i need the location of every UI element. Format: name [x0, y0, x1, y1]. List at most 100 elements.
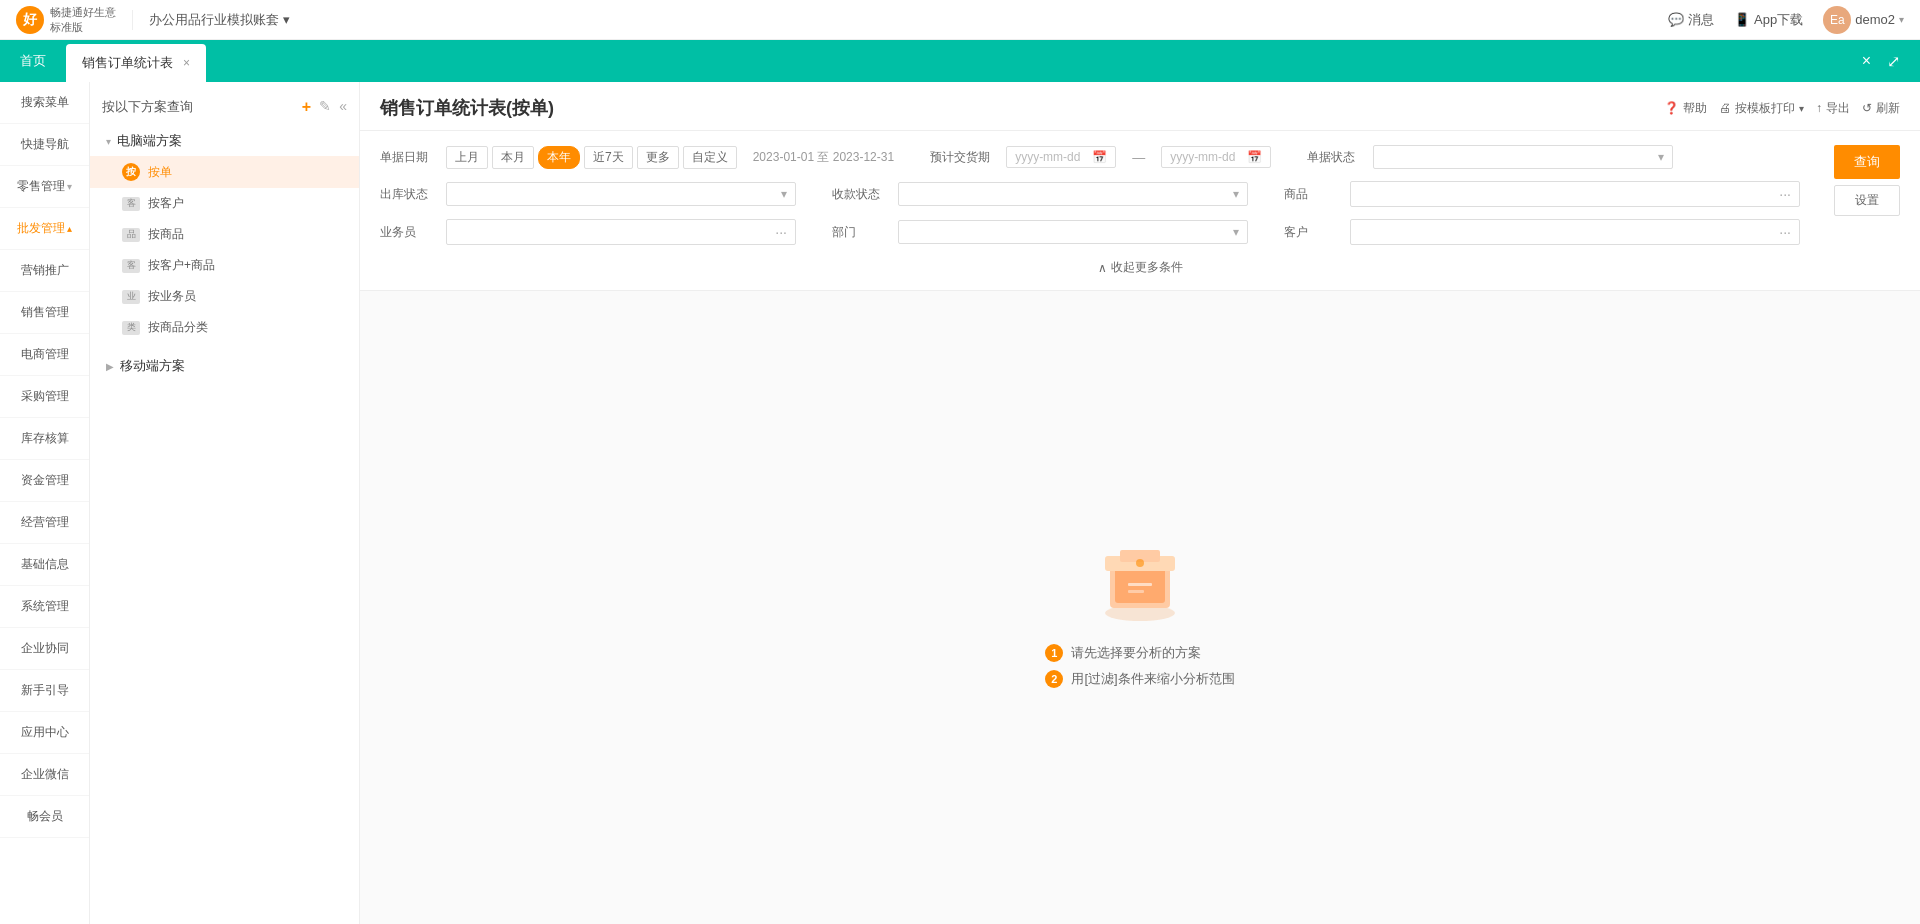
sidebar-item-app-center[interactable]: 应用中心: [0, 712, 89, 754]
filter-row-3: 业务员 ··· 部门 ▾ 客户 ···: [380, 219, 1800, 245]
add-scheme-icon[interactable]: +: [302, 98, 311, 116]
export-button[interactable]: ↑ 导出: [1816, 100, 1850, 117]
salesperson-input[interactable]: ···: [446, 219, 796, 245]
settings-button[interactable]: 设置: [1834, 185, 1900, 216]
message-icon: 💬: [1668, 12, 1684, 27]
calendar-icon-end: 📅: [1247, 150, 1262, 164]
logo-text: 畅捷通好生意 标准版: [50, 5, 116, 34]
query-button[interactable]: 查询: [1834, 145, 1900, 179]
sidebar-item-member[interactable]: 畅会员: [0, 796, 89, 838]
sidebar-item-retail-mgmt[interactable]: 零售管理 ▾: [0, 166, 89, 208]
scheme-by-goods[interactable]: 品 按商品: [90, 219, 359, 250]
chevron-up-icon: ▴: [67, 223, 72, 234]
filter-row-2: 出库状态 ▾ 收款状态 ▾ 商品 ···: [380, 181, 1800, 207]
sidebar-item-enterprise-collab[interactable]: 企业协同: [0, 628, 89, 670]
tab-sales-order-stats[interactable]: 销售订单统计表 ×: [66, 44, 206, 82]
chevron-up-icon: ∧: [1098, 261, 1107, 275]
customer-input[interactable]: ···: [1350, 219, 1800, 245]
custom-btn[interactable]: 自定义: [683, 146, 737, 169]
avatar: Ea: [1823, 6, 1851, 34]
chevron-down-icon: ▾: [1233, 225, 1239, 239]
main-layout: 搜索菜单 快捷导航 零售管理 ▾ 批发管理 ▴ 营销推广 销售管理 电商管理 采…: [0, 82, 1920, 924]
mobile-schemes: ▶ 移动端方案: [90, 347, 359, 385]
svg-point-5: [1136, 559, 1144, 567]
filter-section: 单据日期 上月 本月 本年 近7天 更多 自定义 2023-01-01 至 20…: [360, 131, 1920, 245]
scheme-icon-by-goods-cat: 类: [122, 321, 140, 335]
salesperson-label: 业务员: [380, 224, 430, 241]
window-close-icon[interactable]: ×: [1858, 48, 1875, 74]
this-month-btn[interactable]: 本月: [492, 146, 534, 169]
date-range-display: 2023-01-01 至 2023-12-31: [753, 149, 894, 166]
chevron-down-icon: ▾: [1233, 187, 1239, 201]
scheme-icon-by-salesperson: 业: [122, 290, 140, 304]
collapse-button[interactable]: ∧ 收起更多条件: [1082, 253, 1199, 282]
tab-close-icon[interactable]: ×: [183, 56, 190, 70]
scheme-by-salesperson[interactable]: 业 按业务员: [90, 281, 359, 312]
sidebar-item-new-guide[interactable]: 新手引导: [0, 670, 89, 712]
sidebar-item-inventory[interactable]: 库存核算: [0, 418, 89, 460]
salesperson-more-icon[interactable]: ···: [775, 224, 787, 240]
last-7-days-btn[interactable]: 近7天: [584, 146, 633, 169]
expected-date-end[interactable]: yyyy-mm-dd 📅: [1161, 146, 1271, 168]
chevron-down-icon: ▾: [1899, 14, 1904, 25]
department-select[interactable]: ▾: [898, 220, 1248, 244]
delivery-select[interactable]: ▾: [446, 182, 796, 206]
refresh-icon: ↺: [1862, 101, 1872, 115]
sidebar-item-search-menu[interactable]: 搜索菜单: [0, 82, 89, 124]
sidebar-item-basic-info[interactable]: 基础信息: [0, 544, 89, 586]
sidebar-item-system[interactable]: 系统管理: [0, 586, 89, 628]
app-download-button[interactable]: 📱 App下载: [1734, 11, 1803, 29]
breadcrumb[interactable]: 办公用品行业模拟账套 ▾: [149, 11, 290, 29]
template-print-button[interactable]: 🖨 按模板打印 ▾: [1719, 100, 1804, 117]
expected-date-label: 预计交货期: [930, 149, 990, 166]
payment-select[interactable]: ▾: [898, 182, 1248, 206]
chevron-down-icon: ▾: [1658, 150, 1664, 164]
sidebar-item-sales-mgmt[interactable]: 销售管理: [0, 292, 89, 334]
sidebar-item-purchase[interactable]: 采购管理: [0, 376, 89, 418]
more-btn[interactable]: 更多: [637, 146, 679, 169]
left-panel: 按以下方案查询 + ✎ « ▾ 电脑端方案 按 按单 客 按客户: [90, 82, 360, 924]
messages-button[interactable]: 💬 消息: [1668, 11, 1714, 29]
scheme-by-customer[interactable]: 客 按客户: [90, 188, 359, 219]
help-button[interactable]: ❓ 帮助: [1664, 100, 1707, 117]
scheme-by-cust-goods[interactable]: 客 按客户+商品: [90, 250, 359, 281]
customer-label: 客户: [1284, 224, 1334, 241]
query-buttons: 查询 设置: [1834, 145, 1900, 216]
empty-state: 1 请先选择要分析的方案 2 用[过滤]条件来缩小分析范围: [360, 291, 1920, 924]
scheme-by-order[interactable]: 按 按单: [90, 156, 359, 188]
chevron-down-icon: ▾: [283, 12, 290, 27]
this-year-btn[interactable]: 本年: [538, 146, 580, 169]
goods-input[interactable]: ···: [1350, 181, 1800, 207]
topbar-left: 好 畅捷通好生意 标准版 办公用品行业模拟账套 ▾: [16, 5, 290, 34]
empty-tip-1: 1 请先选择要分析的方案: [1045, 644, 1234, 662]
svg-rect-6: [1128, 583, 1152, 586]
desktop-schemes-toggle[interactable]: ▾ 电脑端方案: [90, 126, 359, 156]
edit-scheme-icon[interactable]: ✎: [319, 98, 331, 116]
chevron-down-icon: ▾: [781, 187, 787, 201]
sidebar-item-operations[interactable]: 经营管理: [0, 502, 89, 544]
goods-more-icon[interactable]: ···: [1779, 186, 1791, 202]
last-month-btn[interactable]: 上月: [446, 146, 488, 169]
collapse-panel-icon[interactable]: «: [339, 98, 347, 116]
user-menu[interactable]: Ea demo2 ▾: [1823, 6, 1904, 34]
left-panel-header: 按以下方案查询 + ✎ «: [90, 92, 359, 122]
sidebar-item-finance[interactable]: 资金管理: [0, 460, 89, 502]
expected-date-start[interactable]: yyyy-mm-dd 📅: [1006, 146, 1116, 168]
refresh-button[interactable]: ↺ 刷新: [1862, 100, 1900, 117]
date-label: 单据日期: [380, 149, 430, 166]
tab-home[interactable]: 首页: [0, 40, 66, 82]
scheme-by-goods-cat[interactable]: 类 按商品分类: [90, 312, 359, 343]
expand-icon: ▾: [106, 136, 111, 147]
sidebar-item-quick-nav[interactable]: 快捷导航: [0, 124, 89, 166]
mobile-schemes-toggle[interactable]: ▶ 移动端方案: [90, 351, 359, 381]
print-icon: 🖨: [1719, 101, 1731, 115]
expand-icon-mobile: ▶: [106, 361, 114, 372]
customer-more-icon[interactable]: ···: [1779, 224, 1791, 240]
sidebar-item-enterprise-wechat[interactable]: 企业微信: [0, 754, 89, 796]
sidebar-item-wholesale-mgmt[interactable]: 批发管理 ▴: [0, 208, 89, 250]
sidebar-item-marketing[interactable]: 营销推广: [0, 250, 89, 292]
maximize-icon[interactable]: ⤢: [1883, 48, 1904, 75]
topbar-right: 💬 消息 📱 App下载 Ea demo2 ▾: [1668, 6, 1904, 34]
sidebar-item-ecommerce[interactable]: 电商管理: [0, 334, 89, 376]
order-status-select[interactable]: ▾: [1373, 145, 1673, 169]
